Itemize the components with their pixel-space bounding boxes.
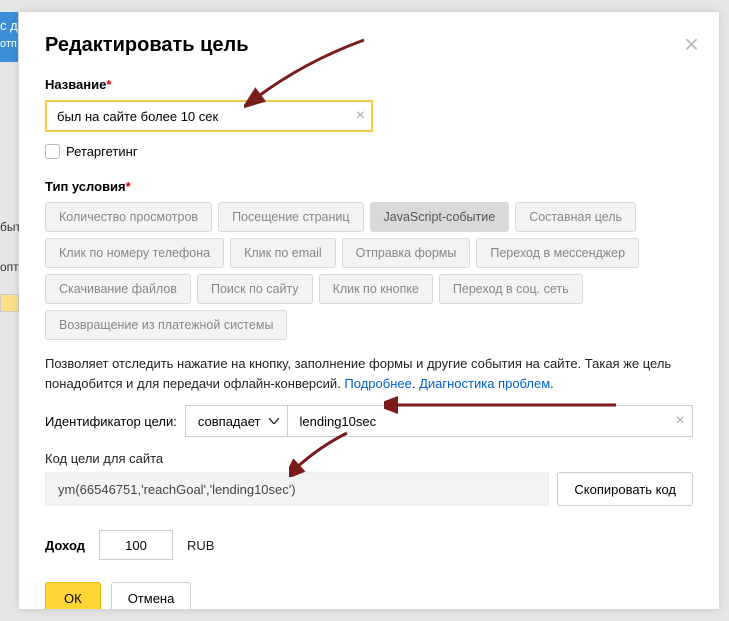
goal-name-input[interactable] xyxy=(45,100,373,132)
condition-type-chip[interactable]: Посещение страниц xyxy=(218,202,363,232)
bg-text: быт xyxy=(0,220,21,234)
retargeting-label: Ретаргетинг xyxy=(66,144,138,159)
condition-chips: Количество просмотровПосещение страницJa… xyxy=(45,202,693,340)
diagnostics-link[interactable]: Диагностика проблем xyxy=(419,376,550,391)
clear-icon[interactable]: × xyxy=(356,107,365,125)
income-input[interactable] xyxy=(99,530,173,560)
close-icon[interactable]: × xyxy=(684,34,699,54)
income-label: Доход xyxy=(45,538,85,553)
more-link[interactable]: Подробнее xyxy=(344,376,411,391)
condition-type-chip[interactable]: Возвращение из платежной системы xyxy=(45,310,287,340)
condition-type-chip[interactable]: Скачивание файлов xyxy=(45,274,191,304)
condition-type-chip[interactable]: Переход в мессенджер xyxy=(476,238,639,268)
condition-type-chip[interactable]: Отправка формы xyxy=(342,238,471,268)
condition-type-label: Тип условия* xyxy=(45,179,693,194)
name-label: Название* xyxy=(45,77,693,92)
condition-type-chip[interactable]: Клик по номеру телефона xyxy=(45,238,224,268)
chevron-down-icon xyxy=(269,418,279,424)
bg-text: отп xyxy=(0,38,17,50)
condition-type-chip[interactable]: Составная цель xyxy=(515,202,636,232)
edit-goal-modal: Редактировать цель × Название* × Ретарге… xyxy=(19,12,719,609)
currency-label: RUB xyxy=(187,538,214,553)
modal-title: Редактировать цель xyxy=(45,34,693,57)
goal-id-input[interactable] xyxy=(288,405,694,437)
code-label: Код цели для сайта xyxy=(45,451,693,466)
condition-type-chip[interactable]: JavaScript-событие xyxy=(370,202,510,232)
goal-code-field[interactable]: ym(66546751,'reachGoal','lending10sec') xyxy=(45,472,549,506)
condition-type-chip[interactable]: Клик по кнопке xyxy=(319,274,433,304)
condition-type-chip[interactable]: Количество просмотров xyxy=(45,202,212,232)
goal-id-label: Идентификатор цели: xyxy=(45,414,177,429)
condition-type-chip[interactable]: Переход в соц. сеть xyxy=(439,274,583,304)
condition-type-chip[interactable]: Клик по email xyxy=(230,238,336,268)
copy-code-button[interactable]: Скопировать код xyxy=(557,472,693,506)
condition-type-chip[interactable]: Поиск по сайту xyxy=(197,274,313,304)
info-text: Позволяет отследить нажатие на кнопку, з… xyxy=(45,354,693,393)
clear-icon[interactable]: × xyxy=(676,412,685,430)
ok-button[interactable]: ОК xyxy=(45,582,101,609)
retargeting-checkbox[interactable] xyxy=(45,144,60,159)
match-type-select[interactable]: совпадает xyxy=(185,405,288,437)
cancel-button[interactable]: Отмена xyxy=(111,582,192,609)
